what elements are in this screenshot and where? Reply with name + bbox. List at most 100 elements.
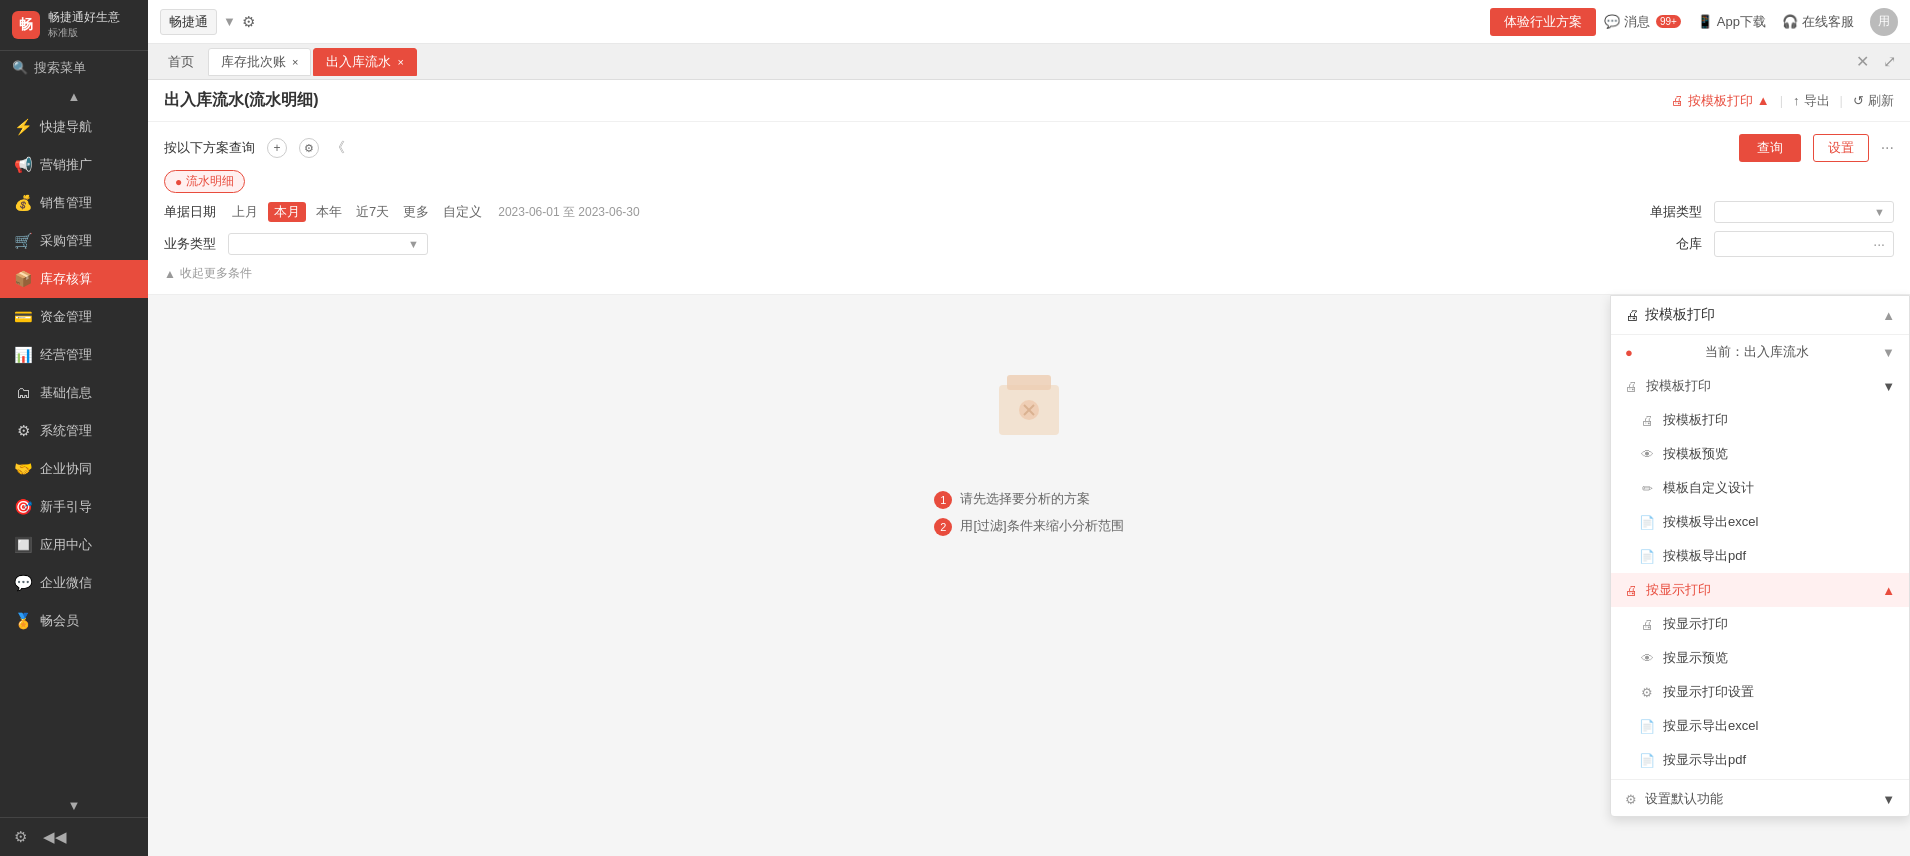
default-settings-section-icon: ⚙ bbox=[1625, 792, 1637, 807]
marketing-icon: 📢 bbox=[14, 156, 32, 174]
display-section-arrow: ▲ bbox=[1882, 583, 1895, 598]
tab-bar-expand-icon[interactable]: ⤢ bbox=[1877, 52, 1902, 71]
default-settings-section-label: 设置默认功能 bbox=[1645, 790, 1723, 808]
sidebar-item-system[interactable]: ⚙ 系统管理 bbox=[0, 412, 148, 450]
sidebar-item-wecom[interactable]: 💬 企业微信 bbox=[0, 564, 148, 602]
sidebar: 畅 畅捷通好生意 标准版 🔍 搜索菜单 ▲ ⚡ 快捷导航 📢 营销推广 💰 销售… bbox=[0, 0, 148, 856]
tab-batch-account[interactable]: 库存批次账 × bbox=[208, 48, 311, 76]
sidebar-item-base[interactable]: 🗂 基础信息 bbox=[0, 374, 148, 412]
app-download-btn[interactable]: 📱 App下载 bbox=[1697, 13, 1766, 31]
template-print-item-label: 按模板打印 bbox=[1663, 411, 1728, 429]
dropdown-panel: 🖨 按模板打印 ▲ ● 当前：出入库流水 ▼ 🖨 按模板打印 bbox=[1610, 295, 1910, 817]
display-settings-label: 按显示打印设置 bbox=[1663, 683, 1754, 701]
sidebar-item-finance[interactable]: 💳 资金管理 bbox=[0, 298, 148, 336]
export-label: 导出 bbox=[1804, 92, 1830, 110]
page-actions: 🖨 按模板打印 ▲ | ↑ 导出 | ↺ 刷新 bbox=[1671, 92, 1894, 120]
sidebar-item-app-center[interactable]: 🔲 应用中心 bbox=[0, 526, 148, 564]
avatar[interactable]: 用 bbox=[1870, 8, 1898, 36]
trial-button[interactable]: 体验行业方案 bbox=[1490, 8, 1596, 36]
username-dropdown-arrow[interactable]: ▼ bbox=[223, 14, 236, 29]
scroll-up-btn[interactable]: ▲ bbox=[0, 85, 148, 108]
filter-collapse-btn[interactable]: 《 bbox=[331, 139, 345, 157]
print-icon: 🖨 bbox=[1671, 93, 1684, 108]
default-settings-section-header[interactable]: ⚙ 设置默认功能 ▼ bbox=[1611, 782, 1909, 816]
dropdown-title-text: 按模板打印 bbox=[1645, 306, 1715, 324]
sidebar-item-guide[interactable]: 🎯 新手引导 bbox=[0, 488, 148, 526]
print-template-btn[interactable]: 🖨 按模板打印 ▲ bbox=[1671, 92, 1770, 110]
tab-flow-close[interactable]: × bbox=[397, 56, 403, 68]
date-shortcut-7days[interactable]: 近7天 bbox=[352, 202, 393, 222]
sidebar-item-collab[interactable]: 🤝 企业协同 bbox=[0, 450, 148, 488]
sidebar-item-operation[interactable]: 📊 经营管理 bbox=[0, 336, 148, 374]
sidebar-search[interactable]: 🔍 搜索菜单 bbox=[0, 51, 148, 85]
display-preview-item[interactable]: 👁 按显示预览 bbox=[1611, 641, 1909, 675]
sidebar-item-marketing[interactable]: 📢 营销推广 bbox=[0, 146, 148, 184]
date-shortcut-this-year[interactable]: 本年 bbox=[312, 202, 346, 222]
collapse-more-btn[interactable]: ▲ 收起更多条件 bbox=[164, 265, 1894, 282]
tab-bar: 首页 库存批次账 × 出入库流水 × ✕ ⤢ bbox=[148, 44, 1910, 80]
warehouse-field[interactable]: ··· bbox=[1714, 231, 1894, 257]
display-print-section-icon: 🖨 bbox=[1625, 583, 1638, 598]
export-btn[interactable]: ↑ 导出 bbox=[1793, 92, 1830, 110]
settings-button[interactable]: 设置 bbox=[1813, 134, 1869, 162]
filter-settings-btn[interactable]: ⚙ bbox=[299, 138, 319, 158]
display-print-section-header[interactable]: 🖨 按显示打印 ▲ bbox=[1611, 573, 1909, 607]
template-design-item[interactable]: ✏ 模板自定义设计 bbox=[1611, 471, 1909, 505]
main-area: 畅捷通 ▼ ⚙ 体验行业方案 💬 消息 99+ 📱 App下载 🎧 在线客服 用 bbox=[148, 0, 1910, 856]
customer-service-label: 在线客服 bbox=[1802, 13, 1854, 31]
sidebar-item-member[interactable]: 🏅 畅会员 bbox=[0, 602, 148, 640]
settings-gear-icon[interactable]: ⚙ bbox=[242, 13, 255, 31]
sidebar-item-label: 快捷导航 bbox=[40, 118, 92, 136]
template-preview-item[interactable]: 👁 按模板预览 bbox=[1611, 437, 1909, 471]
message-label: 消息 bbox=[1624, 13, 1650, 31]
refresh-btn[interactable]: ↺ 刷新 bbox=[1853, 92, 1894, 110]
default-settings-arrow: ▼ bbox=[1882, 792, 1895, 807]
template-design-label: 模板自定义设计 bbox=[1663, 479, 1754, 497]
customer-service-btn[interactable]: 🎧 在线客服 bbox=[1782, 13, 1854, 31]
message-btn[interactable]: 💬 消息 99+ bbox=[1604, 13, 1681, 31]
template-print-item-icon: 🖨 bbox=[1639, 413, 1655, 428]
scroll-down-btn[interactable]: ▼ bbox=[0, 794, 148, 817]
dropdown-current-arrow[interactable]: ▼ bbox=[1882, 345, 1895, 360]
date-shortcut-more[interactable]: 更多 bbox=[399, 202, 433, 222]
tab-flow[interactable]: 出入库流水 × bbox=[313, 48, 416, 76]
member-icon: 🏅 bbox=[14, 612, 32, 630]
active-filter-tag[interactable]: ● 流水明细 bbox=[164, 170, 245, 193]
sidebar-item-label: 经营管理 bbox=[40, 346, 92, 364]
business-type-arrow: ▼ bbox=[408, 238, 419, 250]
sidebar-item-inventory[interactable]: 📦 库存核算 bbox=[0, 260, 148, 298]
page-title: 出入库流水(流水明细) bbox=[164, 90, 319, 121]
page-content: 出入库流水(流水明细) 🖨 按模板打印 ▲ | ↑ 导出 | ↺ 刷新 bbox=[148, 80, 1910, 856]
date-shortcut-custom[interactable]: 自定义 bbox=[439, 202, 486, 222]
business-type-field[interactable]: ▼ bbox=[228, 233, 428, 255]
date-shortcut-this-month[interactable]: 本月 bbox=[268, 202, 306, 222]
more-options-icon[interactable]: ··· bbox=[1881, 139, 1894, 157]
tab-home[interactable]: 首页 bbox=[156, 48, 206, 76]
sidebar-item-quick-nav[interactable]: ⚡ 快捷导航 bbox=[0, 108, 148, 146]
collapse-sidebar-icon[interactable]: ◀◀ bbox=[43, 828, 67, 846]
filter-add-btn[interactable]: + bbox=[267, 138, 287, 158]
template-design-icon: ✏ bbox=[1639, 481, 1655, 496]
operation-icon: 📊 bbox=[14, 346, 32, 364]
display-export-pdf-item[interactable]: 📄 按显示导出pdf bbox=[1611, 743, 1909, 777]
dropdown-collapse-btn[interactable]: ▲ bbox=[1882, 308, 1895, 323]
finance-icon: 💳 bbox=[14, 308, 32, 326]
query-button[interactable]: 查询 bbox=[1739, 134, 1801, 162]
template-export-pdf-item[interactable]: 📄 按模板导出pdf bbox=[1611, 539, 1909, 573]
tab-batch-close[interactable]: × bbox=[292, 56, 298, 68]
voucher-type-field[interactable]: ▼ bbox=[1714, 201, 1894, 223]
dropdown-current-icon: ● bbox=[1625, 345, 1633, 360]
template-export-excel-item[interactable]: 📄 按模板导出excel bbox=[1611, 505, 1909, 539]
date-shortcut-last-month[interactable]: 上月 bbox=[228, 202, 262, 222]
display-print-item[interactable]: 🖨 按显示打印 bbox=[1611, 607, 1909, 641]
template-print-section-header[interactable]: 🖨 按模板打印 ▼ bbox=[1611, 369, 1909, 403]
warehouse-dots[interactable]: ··· bbox=[1873, 236, 1885, 252]
settings-bottom-icon[interactable]: ⚙ bbox=[14, 828, 27, 846]
display-print-settings-item[interactable]: ⚙ 按显示打印设置 bbox=[1611, 675, 1909, 709]
template-print-item[interactable]: 🖨 按模板打印 bbox=[1611, 403, 1909, 437]
sidebar-item-sales[interactable]: 💰 销售管理 bbox=[0, 184, 148, 222]
sidebar-item-purchase[interactable]: 🛒 采购管理 bbox=[0, 222, 148, 260]
tab-bar-close-icon[interactable]: ✕ bbox=[1850, 52, 1875, 71]
display-export-excel-item[interactable]: 📄 按显示导出excel bbox=[1611, 709, 1909, 743]
search-label: 搜索菜单 bbox=[34, 59, 86, 77]
